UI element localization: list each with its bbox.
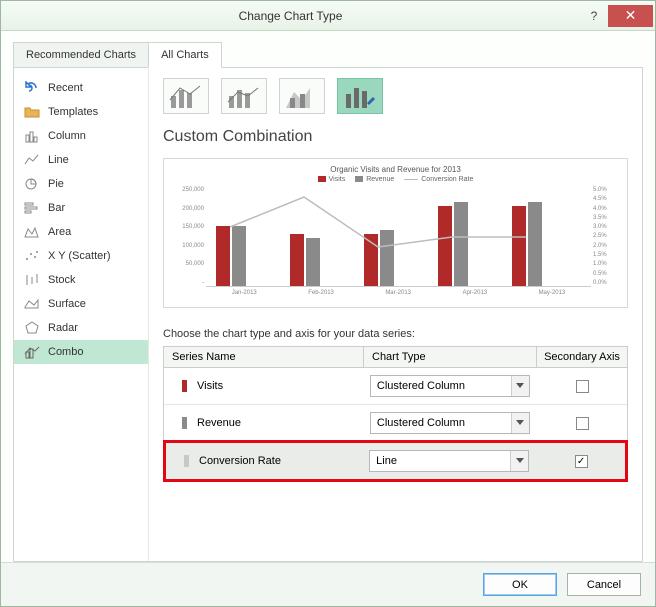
scatter-chart-icon	[24, 249, 40, 263]
main-panel: Custom Combination Organic Visits and Re…	[149, 68, 642, 561]
content-area: Recent Templates Column Line Pie Bar Are…	[13, 68, 643, 562]
tab-all-charts[interactable]: All Charts	[148, 42, 222, 68]
chart-category-sidebar: Recent Templates Column Line Pie Bar Are…	[14, 68, 149, 561]
sidebar-item-label: Stock	[48, 274, 76, 286]
grid-rows: Visits Clustered Column Revenue Clustered C…	[164, 368, 627, 482]
sidebar-item-label: Column	[48, 130, 86, 142]
series-color-swatch	[184, 455, 189, 467]
chart-preview: Organic Visits and Revenue for 2013 Visi…	[163, 158, 628, 308]
ok-button[interactable]: OK	[483, 573, 557, 596]
secondary-axis-checkbox[interactable]	[576, 417, 589, 430]
subtype-combo-3[interactable]	[279, 78, 325, 114]
pie-chart-icon	[24, 177, 40, 191]
line-chart-icon	[24, 153, 40, 167]
sidebar-item-label: Bar	[48, 202, 65, 214]
dialog-title: Change Chart Type	[1, 9, 580, 23]
dialog-footer: OK Cancel	[1, 562, 655, 606]
chart-area: 250,000200,000150,000100,00050,000- 5.0%…	[206, 187, 591, 287]
sidebar-item-label: Line	[48, 154, 69, 166]
chevron-down-icon	[510, 451, 528, 471]
header-chart-type: Chart Type	[364, 347, 537, 367]
sidebar-item-radar[interactable]: Radar	[14, 316, 148, 340]
header-series-name: Series Name	[164, 347, 364, 367]
sidebar-item-label: Area	[48, 226, 71, 238]
subtype-combo-1[interactable]	[163, 78, 209, 114]
folder-icon	[24, 105, 40, 119]
chart-type-value: Clustered Column	[371, 380, 511, 392]
section-heading: Custom Combination	[163, 128, 628, 146]
sidebar-item-label: Surface	[48, 298, 86, 310]
chart-type-value: Clustered Column	[371, 417, 511, 429]
titlebar: Change Chart Type ? ✕	[1, 1, 655, 31]
sidebar-item-line[interactable]: Line	[14, 148, 148, 172]
x-axis: Jan-2013Feb-2013Mar-2013Apr-2013May-2013	[206, 290, 591, 296]
preview-legend: Visits Revenue Conversion Rate	[170, 176, 621, 183]
sidebar-item-combo[interactable]: Combo	[14, 340, 148, 364]
sidebar-item-label: X Y (Scatter)	[48, 250, 111, 262]
bar-chart-icon	[24, 201, 40, 215]
sidebar-item-bar[interactable]: Bar	[14, 196, 148, 220]
y-axis-right: 5.0%4.5%4.0%3.5%3.0%2.5%2.0%1.5%1.0%0.5%…	[593, 187, 619, 286]
help-button[interactable]: ?	[580, 5, 608, 27]
sidebar-item-scatter[interactable]: X Y (Scatter)	[14, 244, 148, 268]
radar-chart-icon	[24, 321, 40, 335]
series-row: Visits Clustered Column	[164, 368, 627, 404]
subtype-combo-2[interactable]	[221, 78, 267, 114]
grid-caption: Choose the chart type and axis for your …	[163, 328, 628, 340]
series-name-label: Conversion Rate	[199, 455, 281, 467]
sidebar-item-stock[interactable]: Stock	[14, 268, 148, 292]
series-name-label: Revenue	[197, 417, 241, 429]
grid-header: Series Name Chart Type Secondary Axis	[164, 347, 627, 368]
chart-type-select[interactable]: Clustered Column	[370, 412, 530, 434]
legend-item: Conversion Rate	[404, 176, 473, 183]
legend-item: Visits	[318, 176, 346, 183]
sidebar-item-label: Pie	[48, 178, 64, 190]
sidebar-item-area[interactable]: Area	[14, 220, 148, 244]
tabstrip: Recommended Charts All Charts	[13, 41, 643, 68]
surface-chart-icon	[24, 297, 40, 311]
chevron-down-icon	[511, 413, 529, 433]
chart-type-select[interactable]: Clustered Column	[370, 375, 530, 397]
series-row: Conversion Rate Line ✓	[163, 440, 628, 482]
subtype-combo-custom[interactable]	[337, 78, 383, 114]
header-secondary-axis: Secondary Axis	[537, 347, 627, 367]
sidebar-item-label: Templates	[48, 106, 98, 118]
series-color-swatch	[182, 380, 187, 392]
secondary-axis-checkbox[interactable]	[576, 380, 589, 393]
sidebar-item-templates[interactable]: Templates	[14, 100, 148, 124]
sidebar-item-recent[interactable]: Recent	[14, 76, 148, 100]
legend-item: Revenue	[355, 176, 394, 183]
secondary-axis-checkbox[interactable]: ✓	[575, 455, 588, 468]
chart-type-select[interactable]: Line	[369, 450, 529, 472]
dialog-window: Change Chart Type ? ✕ Recommended Charts…	[0, 0, 656, 607]
sidebar-item-column[interactable]: Column	[14, 124, 148, 148]
sidebar-item-label: Combo	[48, 346, 83, 358]
stock-chart-icon	[24, 273, 40, 287]
dialog-body: Recommended Charts All Charts Recent Tem…	[1, 31, 655, 562]
area-chart-icon	[24, 225, 40, 239]
chart-type-value: Line	[370, 455, 510, 467]
subtype-row	[163, 78, 628, 114]
cancel-button[interactable]: Cancel	[567, 573, 641, 596]
series-row: Revenue Clustered Column	[164, 404, 627, 441]
sidebar-item-label: Recent	[48, 82, 83, 94]
chevron-down-icon	[511, 376, 529, 396]
column-chart-icon	[24, 129, 40, 143]
combo-chart-icon	[24, 345, 40, 359]
sidebar-item-label: Radar	[48, 322, 78, 334]
undo-icon	[24, 81, 40, 95]
series-grid: Series Name Chart Type Secondary Axis Vi…	[163, 346, 628, 482]
series-color-swatch	[182, 417, 187, 429]
preview-title: Organic Visits and Revenue for 2013	[170, 165, 621, 174]
sidebar-item-pie[interactable]: Pie	[14, 172, 148, 196]
series-name-label: Visits	[197, 380, 223, 392]
close-button[interactable]: ✕	[608, 5, 653, 27]
tab-recommended[interactable]: Recommended Charts	[13, 42, 149, 68]
sidebar-item-surface[interactable]: Surface	[14, 292, 148, 316]
y-axis-left: 250,000200,000150,000100,00050,000-	[174, 187, 204, 286]
